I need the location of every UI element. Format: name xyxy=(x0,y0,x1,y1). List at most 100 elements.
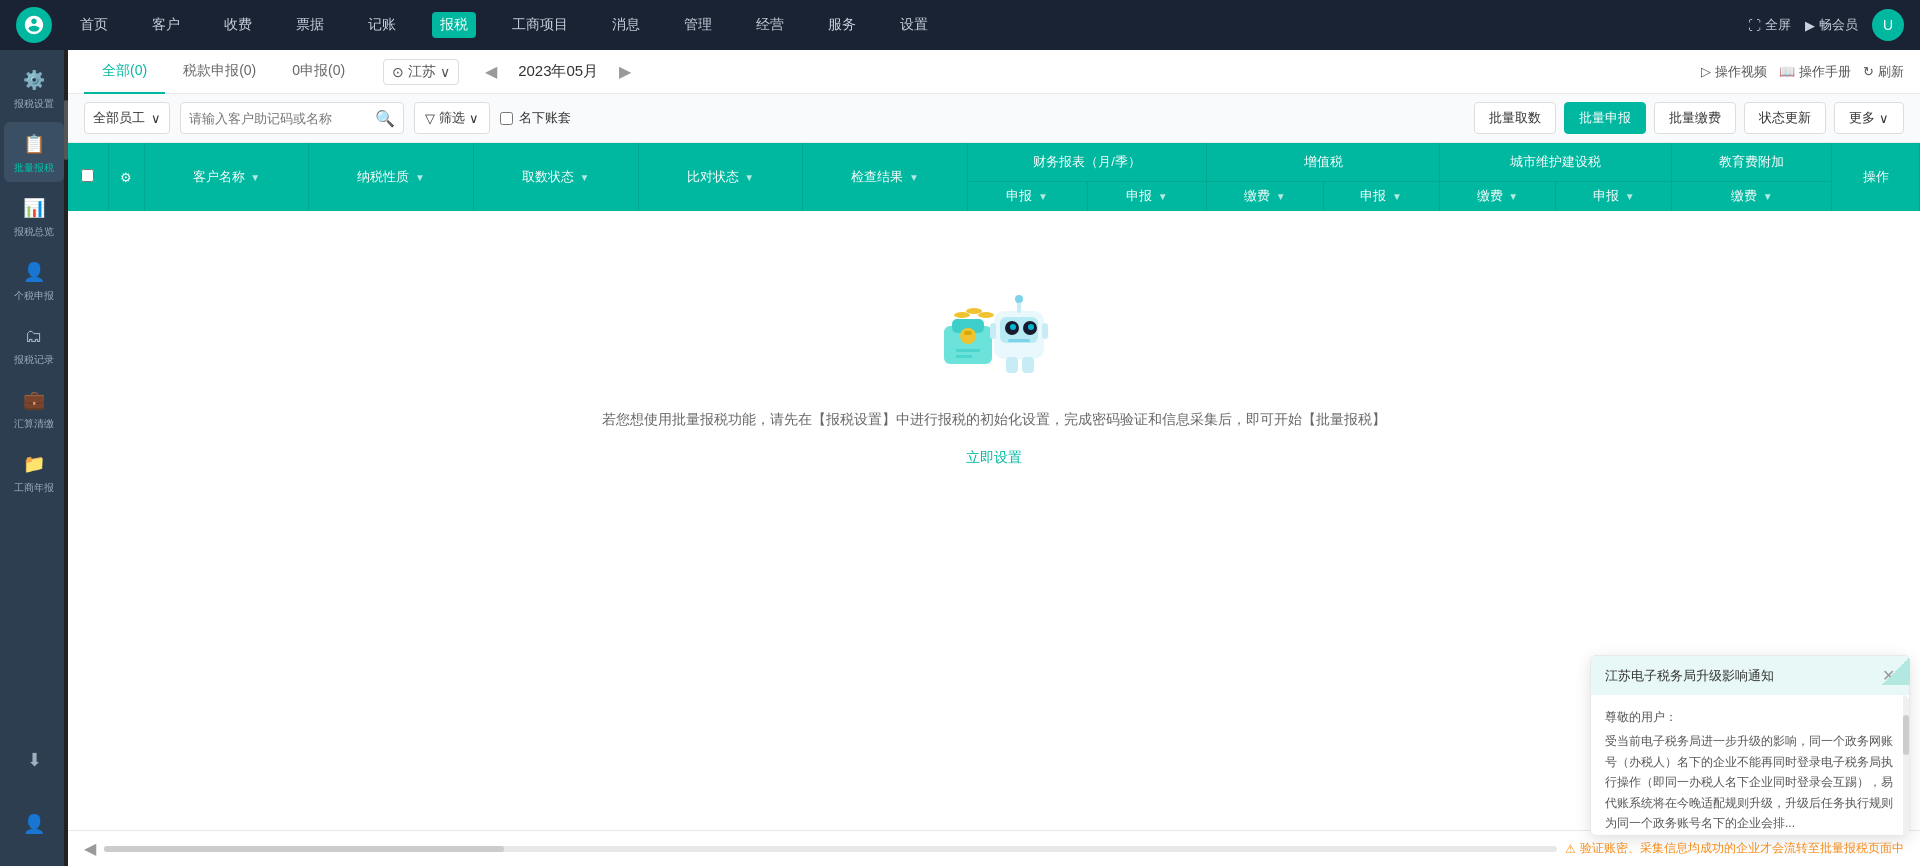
tab-zero-declare[interactable]: 0申报(0) xyxy=(274,50,363,94)
table-body: 若您想使用批量报税功能，请先在【报税设置】中进行报税的初始化设置，完成密码验证和… xyxy=(68,211,1920,527)
tax-nature-sort-icon[interactable]: ▼ xyxy=(415,172,425,183)
notification-greeting: 尊敬的用户： xyxy=(1605,707,1895,727)
empty-state: 若您想使用批量报税功能，请先在【报税设置】中进行报税的初始化设置，完成密码验证和… xyxy=(68,211,1920,527)
nav-business[interactable]: 工商项目 xyxy=(504,12,576,38)
region-selector[interactable]: ⊙ 江苏 ∨ xyxy=(383,59,459,85)
tab-bar: 全部(0) 税款申报(0) 0申报(0) ⊙ 江苏 ∨ ◀ 2023年05月 ▶… xyxy=(68,50,1920,94)
scroll-left-icon[interactable]: ◀ xyxy=(84,839,96,858)
svg-rect-4 xyxy=(956,349,980,352)
operation-manual-label: 操作手册 xyxy=(1799,63,1851,81)
tab-tax-declare[interactable]: 税款申报(0) xyxy=(165,50,274,94)
compare-status-sort-icon[interactable]: ▼ xyxy=(744,172,754,183)
svg-point-2 xyxy=(960,328,976,344)
svg-rect-16 xyxy=(990,323,996,339)
notification-scrollbar[interactable] xyxy=(1903,695,1909,835)
operation-video-label: 操作视频 xyxy=(1715,63,1767,81)
customer-name-sort-icon[interactable]: ▼ xyxy=(250,172,260,183)
sidebar-item-annual-report[interactable]: 📁 工商年报 xyxy=(4,442,64,502)
th-checkbox xyxy=(68,143,108,211)
nav-fee[interactable]: 收费 xyxy=(216,12,260,38)
tab-all[interactable]: 全部(0) xyxy=(84,50,165,94)
operation-manual-button[interactable]: 📖 操作手册 xyxy=(1779,63,1851,81)
vat-pay-sort-icon[interactable]: ▼ xyxy=(1276,191,1286,202)
sidebar-bottom: ⬇ 👤 xyxy=(4,730,64,866)
tax-records-icon: 🗂 xyxy=(20,322,48,350)
more-label: 更多 xyxy=(1849,109,1875,127)
warning-message: ⚠ 验证账密、采集信息均成功的企业才会流转至批量报税页面中 xyxy=(1565,840,1904,857)
vip-icon: ▶ xyxy=(1805,18,1815,33)
notification-title: 江苏电子税务局升级影响通知 xyxy=(1605,667,1774,685)
vip-button[interactable]: ▶ 畅会员 xyxy=(1805,16,1858,34)
sidebar-item-tax-overview[interactable]: 📊 报税总览 xyxy=(4,186,64,246)
sidebar: ⚙️ 报税设置 📋 批量报税 📊 报税总览 👤 个税申报 🗂 报税记录 💼 汇算… xyxy=(0,50,68,866)
notification-body: 尊敬的用户： 受当前电子税务局进一步升级的影响，同一个政务网账号（办税人）名下的… xyxy=(1591,695,1909,835)
fullscreen-label: 全屏 xyxy=(1765,16,1791,34)
more-button[interactable]: 更多 ∨ xyxy=(1834,102,1904,134)
batch-fetch-button[interactable]: 批量取数 xyxy=(1474,102,1556,134)
svg-rect-5 xyxy=(956,355,972,358)
logo[interactable] xyxy=(16,7,52,43)
batch-tax-icon: 📋 xyxy=(20,130,48,158)
nav-home[interactable]: 首页 xyxy=(72,12,116,38)
fin-declare-sort-icon[interactable]: ▼ xyxy=(1038,191,1048,202)
sidebar-user[interactable]: 👤 xyxy=(4,794,64,854)
notification-content: 受当前电子税务局进一步升级的影响，同一个政务网账号（办税人）名下的企业不能再同时… xyxy=(1605,731,1895,833)
batch-declare-button[interactable]: 批量申报 xyxy=(1564,102,1646,134)
vat-declare-sort-icon[interactable]: ▼ xyxy=(1158,191,1168,202)
nav-manage[interactable]: 管理 xyxy=(676,12,720,38)
horizontal-scrollbar[interactable] xyxy=(104,846,1557,852)
refresh-icon: ↻ xyxy=(1863,64,1874,79)
edu-pay-sort-icon[interactable]: ▼ xyxy=(1763,191,1773,202)
sidebar-download[interactable]: ⬇ xyxy=(4,730,64,790)
th-vat-declare: 申报 ▼ xyxy=(1087,181,1207,211)
select-all-checkbox[interactable] xyxy=(81,169,94,182)
region-label: 江苏 xyxy=(408,63,436,81)
refresh-button[interactable]: ↻ 刷新 xyxy=(1863,63,1904,81)
book-icon: 📖 xyxy=(1779,64,1795,79)
th-tax-nature: 纳税性质 ▼ xyxy=(309,143,474,211)
nav-ticket[interactable]: 票据 xyxy=(288,12,332,38)
sidebar-label-batch-tax: 批量报税 xyxy=(14,162,54,174)
nav-items: 首页 客户 收费 票据 记账 报税 工商项目 消息 管理 经营 服务 设置 xyxy=(72,12,1748,38)
account-checkbox[interactable] xyxy=(500,112,513,125)
staff-selector[interactable]: 全部员工 ∨ xyxy=(84,102,170,134)
avatar[interactable]: U xyxy=(1872,9,1904,41)
filter-button[interactable]: ▽ 筛选 ∨ xyxy=(414,102,490,134)
svg-rect-18 xyxy=(1006,357,1018,373)
batch-pay-button[interactable]: 批量缴费 xyxy=(1654,102,1736,134)
account-checkbox-label[interactable]: 名下账套 xyxy=(500,109,571,127)
sidebar-item-annual-settlement[interactable]: 💼 汇算清缴 xyxy=(4,378,64,438)
th-city-declare: 申报 ▼ xyxy=(1323,181,1439,211)
setup-link[interactable]: 立即设置 xyxy=(966,449,1022,467)
operation-video-button[interactable]: ▷ 操作视频 xyxy=(1701,63,1767,81)
sidebar-item-tax-settings[interactable]: ⚙️ 报税设置 xyxy=(4,58,64,118)
check-result-sort-icon[interactable]: ▼ xyxy=(909,172,919,183)
nav-bookkeeping[interactable]: 记账 xyxy=(360,12,404,38)
fullscreen-button[interactable]: ⛶ 全屏 xyxy=(1748,16,1791,34)
th-edu-surcharge: 教育费附加 xyxy=(1672,143,1832,181)
search-icon[interactable]: 🔍 xyxy=(375,109,395,128)
video-icon: ▷ xyxy=(1701,64,1711,79)
city-declare-sort-icon[interactable]: ▼ xyxy=(1392,191,1402,202)
sidebar-item-personal-tax[interactable]: 👤 个税申报 xyxy=(4,250,64,310)
th-financial-report: 财务报表（月/季） xyxy=(967,143,1206,181)
th-check-result: 检查结果 ▼ xyxy=(803,143,968,211)
city-pay-sort-icon[interactable]: ▼ xyxy=(1508,191,1518,202)
date-prev-button[interactable]: ◀ xyxy=(479,60,503,84)
nav-tax[interactable]: 报税 xyxy=(432,12,476,38)
status-update-button[interactable]: 状态更新 xyxy=(1744,102,1826,134)
fetch-status-sort-icon[interactable]: ▼ xyxy=(580,172,590,183)
table-header-row: ⚙ 客户名称 ▼ 纳税性质 ▼ 取数状态 ▼ xyxy=(68,143,1920,181)
nav-customer[interactable]: 客户 xyxy=(144,12,188,38)
date-next-button[interactable]: ▶ xyxy=(613,60,637,84)
personal-tax-icon: 👤 xyxy=(20,258,48,286)
sidebar-item-tax-records[interactable]: 🗂 报税记录 xyxy=(4,314,64,374)
edu-declare-sort-icon[interactable]: ▼ xyxy=(1625,191,1635,202)
svg-rect-15 xyxy=(1008,339,1030,342)
nav-message[interactable]: 消息 xyxy=(604,12,648,38)
nav-service[interactable]: 服务 xyxy=(820,12,864,38)
nav-operation[interactable]: 经营 xyxy=(748,12,792,38)
sidebar-item-batch-tax[interactable]: 📋 批量报税 xyxy=(4,122,64,182)
nav-settings[interactable]: 设置 xyxy=(892,12,936,38)
search-input[interactable] xyxy=(189,111,369,126)
